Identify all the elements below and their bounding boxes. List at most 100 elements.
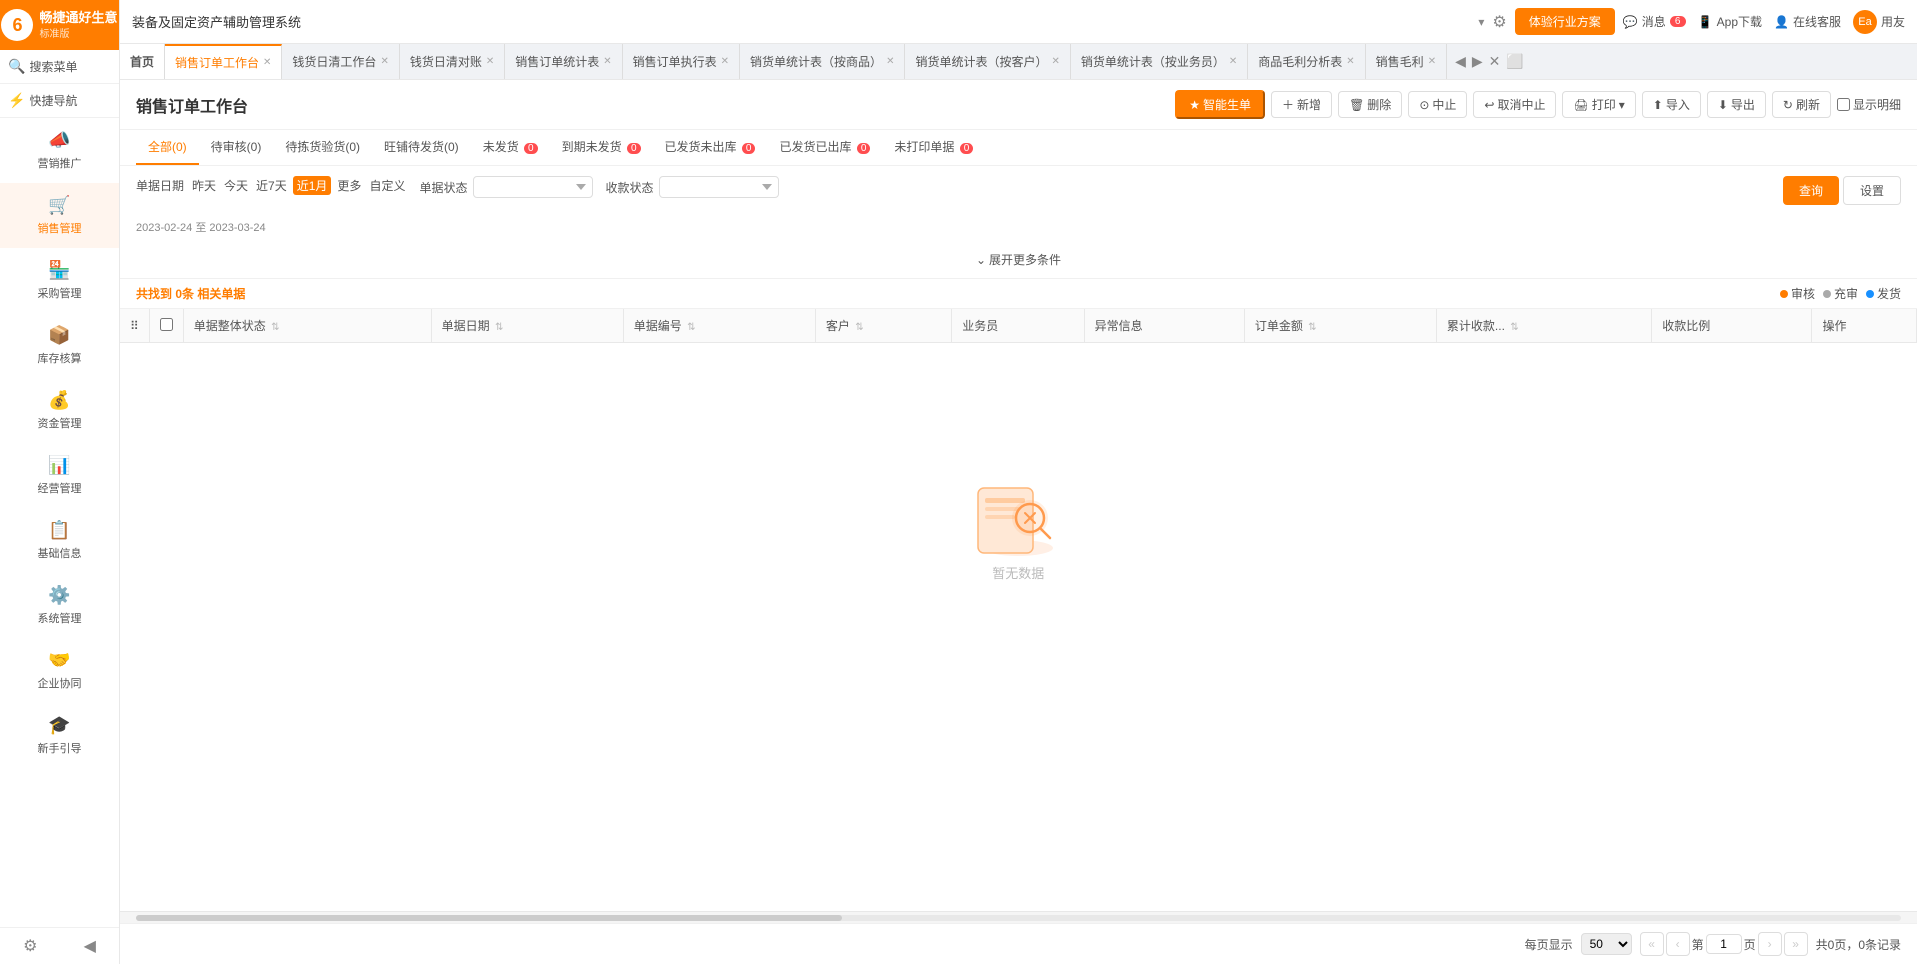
col-date-sort-icon[interactable]: ⇅ (495, 322, 503, 333)
page-first-btn[interactable]: « (1640, 932, 1664, 956)
subtab-shipped-out-label: 已发货已出库 (779, 140, 851, 154)
sidebar-item-basic[interactable]: 📋 基础信息 (0, 508, 119, 573)
subtab-not-printed[interactable]: 未打印单据 0 (882, 130, 985, 165)
sidebar-item-inventory[interactable]: 📦 库存核算 (0, 313, 119, 378)
topbar-user[interactable]: Ea 用友 (1853, 10, 1905, 34)
tab-sale-stats-product[interactable]: 销货单统计表（按商品） ✕ (740, 44, 905, 79)
page-next-btn[interactable]: › (1758, 932, 1782, 956)
subtab-all[interactable]: 全部(0) (136, 130, 199, 165)
filter-date-more[interactable]: 更多 (335, 177, 363, 194)
topbar-online-service[interactable]: 👤 在线客服 (1774, 13, 1841, 30)
import-btn[interactable]: ⬆ 导入 (1642, 91, 1701, 118)
industry-btn[interactable]: 体验行业方案 (1515, 8, 1615, 35)
tab-next-icon[interactable]: ▶ (1470, 51, 1485, 72)
col-amount-sort-icon[interactable]: ⇅ (1308, 322, 1316, 333)
col-code-sort-icon[interactable]: ⇅ (687, 322, 695, 333)
sidebar-item-finance[interactable]: 💰 资金管理 (0, 378, 119, 443)
query-btn[interactable]: 查询 (1783, 176, 1839, 205)
tab-sales-gross-close[interactable]: ✕ (1428, 56, 1436, 67)
collapse-icon[interactable]: ◀ (84, 936, 96, 956)
tab-sale-stats-staff-close[interactable]: ✕ (1229, 56, 1237, 67)
tab-sales-workbench-close[interactable]: ✕ (263, 57, 271, 68)
add-btn[interactable]: ＋ 新增 (1271, 91, 1332, 118)
page-prev-btn[interactable]: ‹ (1666, 932, 1690, 956)
show-detail-checkbox-label[interactable]: 显示明细 (1837, 96, 1901, 113)
subtab-shipped-out[interactable]: 已发货已出库 0 (767, 130, 882, 165)
tab-order-stats-close[interactable]: ✕ (603, 56, 611, 67)
filter-date-1month[interactable]: 近1月 (293, 176, 332, 195)
tab-order-exec-close[interactable]: ✕ (721, 56, 729, 67)
page-input[interactable] (1706, 934, 1742, 954)
tab-sale-stats-product-close[interactable]: ✕ (886, 56, 894, 67)
filter-date-7days[interactable]: 近7天 (254, 177, 289, 194)
sidebar-quick-nav[interactable]: ⚡ 快捷导航 (0, 84, 119, 118)
tab-sale-stats-customer-close[interactable]: ✕ (1051, 56, 1059, 67)
tab-sale-stats-customer[interactable]: 销货单统计表（按客户） ✕ (905, 44, 1070, 79)
topbar-app-download[interactable]: 📱 App下载 (1698, 13, 1762, 30)
tab-expand-icon[interactable]: ⬜ (1504, 51, 1525, 72)
filter-status-select[interactable] (473, 176, 593, 198)
subtab-shipped-not-out[interactable]: 已发货未出库 0 (653, 130, 768, 165)
tab-sales-gross[interactable]: 销售毛利 ✕ (1366, 44, 1447, 79)
col-collected-sort-icon[interactable]: ⇅ (1510, 322, 1518, 333)
settings-bottom-icon[interactable]: ⚙ (23, 936, 37, 956)
subtab-not-shipped[interactable]: 未发货 0 (471, 130, 550, 165)
sidebar-item-sales[interactable]: 🛒 销售管理 (0, 183, 119, 248)
tab-close-all-icon[interactable]: ✕ (1487, 51, 1503, 72)
export-icon: ⬇ (1718, 98, 1728, 112)
quick-review-btn[interactable]: 审核 (1780, 285, 1815, 302)
topbar-message[interactable]: 💬 消息 6 (1623, 13, 1686, 30)
quick-cancel-btn[interactable]: 充审 (1823, 285, 1858, 302)
tab-gross-profit-close[interactable]: ✕ (1346, 56, 1354, 67)
quick-ship-btn[interactable]: 发货 (1866, 285, 1901, 302)
operations-icon: 📊 (48, 455, 70, 476)
system-dropdown-icon[interactable]: ▾ (1478, 15, 1484, 29)
page-last-btn[interactable]: » (1784, 932, 1808, 956)
tab-order-stats[interactable]: 销售订单统计表 ✕ (505, 44, 622, 79)
tab-home[interactable]: 首页 (120, 44, 165, 79)
sidebar-item-purchase[interactable]: 🏪 采购管理 (0, 248, 119, 313)
tab-sales-workbench[interactable]: 销售订单工作台 ✕ (165, 44, 282, 79)
stop-btn[interactable]: ⊙ 中止 (1408, 91, 1467, 118)
set-btn[interactable]: 设置 (1843, 176, 1901, 205)
page-size-select[interactable]: 10 20 50 100 (1581, 933, 1632, 955)
print-btn[interactable]: 🖨 打印 ▾ (1562, 91, 1635, 118)
tab-cash-daily[interactable]: 钱货日清工作台 ✕ (282, 44, 399, 79)
select-all-checkbox[interactable] (160, 318, 173, 331)
sidebar-item-operations[interactable]: 📊 经营管理 (0, 443, 119, 508)
tab-gross-profit[interactable]: 商品毛利分析表 ✕ (1248, 44, 1365, 79)
filter-date-yesterday[interactable]: 昨天 (190, 177, 218, 194)
col-customer-sort-icon[interactable]: ⇅ (855, 322, 863, 333)
sidebar-item-system[interactable]: ⚙️ 系统管理 (0, 573, 119, 638)
subtab-expired-not-shipped[interactable]: 到期未发货 0 (550, 130, 653, 165)
tab-sale-stats-staff[interactable]: 销货单统计表（按业务员） ✕ (1071, 44, 1248, 79)
sidebar-item-enterprise[interactable]: 🤝 企业协同 (0, 638, 119, 703)
subtab-wangpu-ship[interactable]: 旺铺待发货(0) (372, 130, 471, 165)
filter-payment-select[interactable] (659, 176, 779, 198)
tab-cash-daily-close[interactable]: ✕ (380, 56, 388, 67)
add-label: 新增 (1297, 96, 1321, 113)
horizontal-scrollbar[interactable] (120, 911, 1917, 923)
smart-create-btn[interactable]: ★ 智能生单 (1175, 90, 1265, 119)
show-detail-checkbox[interactable] (1837, 98, 1850, 111)
sidebar-search[interactable]: 🔍 搜索菜单 (0, 50, 119, 84)
subtab-pending-review[interactable]: 待审核(0) (199, 130, 274, 165)
tab-prev-icon[interactable]: ◀ (1453, 51, 1468, 72)
sidebar-item-guide[interactable]: 🎓 新手引导 (0, 703, 119, 768)
export-btn[interactable]: ⬇ 导出 (1707, 91, 1766, 118)
cancel-stop-btn[interactable]: ↩ 取消中止 (1473, 91, 1556, 118)
tab-order-exec[interactable]: 销售订单执行表 ✕ (623, 44, 740, 79)
col-status-sort-icon[interactable]: ⇅ (271, 322, 279, 333)
filter-date-custom[interactable]: 自定义 (367, 177, 407, 194)
topbar-gear-icon[interactable]: ⚙ (1492, 12, 1506, 32)
sidebar-item-marketing[interactable]: 📣 营销推广 (0, 118, 119, 183)
subtab-pending-inspect[interactable]: 待拣货验货(0) (273, 130, 372, 165)
delete-btn[interactable]: 🗑 删除 (1338, 91, 1402, 118)
filter-date-today[interactable]: 今天 (222, 177, 250, 194)
scrollbar-thumb[interactable] (136, 915, 842, 921)
col-checkbox[interactable] (149, 309, 183, 343)
refresh-btn[interactable]: ↻ 刷新 (1772, 91, 1831, 118)
tab-cash-account-close[interactable]: ✕ (486, 56, 494, 67)
filter-expand-btn[interactable]: ⌄ 展开更多条件 (976, 251, 1061, 268)
tab-cash-account[interactable]: 钱货日清对账 ✕ (400, 44, 505, 79)
